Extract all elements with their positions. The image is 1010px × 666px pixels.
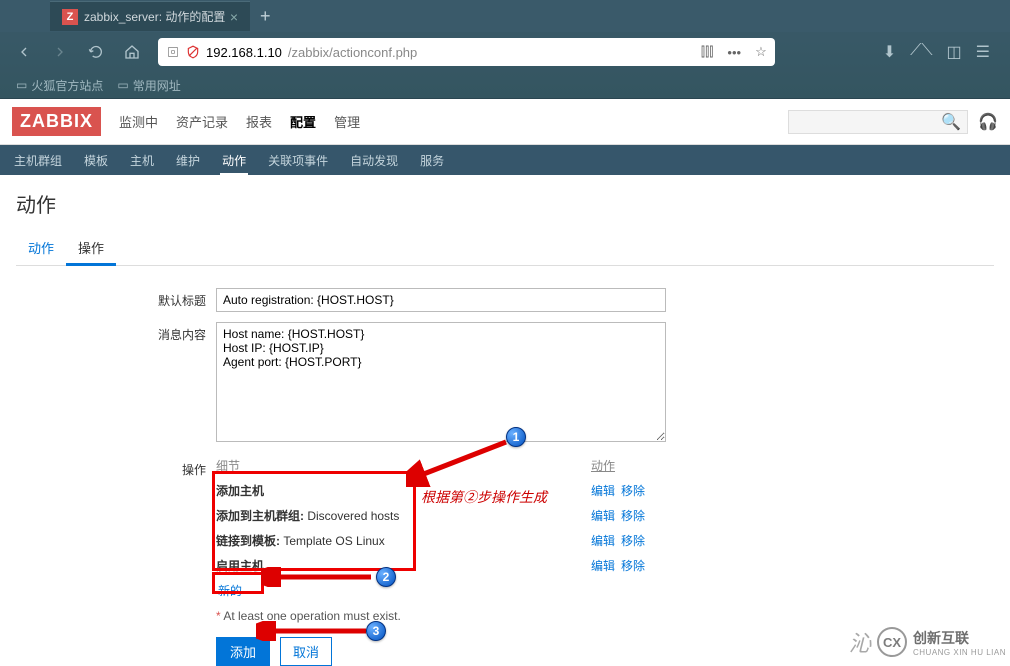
textarea-message[interactable] — [216, 322, 666, 442]
label-default-subject: 默认标题 — [16, 288, 216, 312]
more-icon[interactable]: ••• — [727, 45, 741, 60]
subnav-templates[interactable]: 模板 — [82, 145, 110, 176]
subnav-discovery[interactable]: 自动发现 — [348, 145, 400, 176]
op-link-template-value: Template OS Linux — [283, 534, 384, 548]
browser-tab-bar: Z zabbix_server: 动作的配置 × + — [0, 0, 1010, 32]
subnav-hosts[interactable]: 主机 — [128, 145, 156, 176]
watermark-logo-icon: CX — [877, 627, 907, 657]
url-path: /zabbix/actionconf.php — [288, 45, 417, 60]
tab-title: zabbix_server: 动作的配置 — [84, 8, 225, 25]
link-remove[interactable]: 移除 — [621, 559, 645, 573]
search-icon: 🔍 — [941, 112, 961, 132]
downloads-icon[interactable]: ⬇ — [883, 42, 896, 62]
support-icon[interactable]: 🎧 — [978, 112, 998, 132]
forward-button[interactable] — [46, 38, 74, 66]
annotation-text: 根据第②步操作生成 — [421, 487, 547, 507]
close-icon[interactable]: × — [230, 9, 238, 25]
page-title: 动作 — [16, 189, 994, 218]
new-tab-button[interactable]: + — [250, 6, 281, 27]
url-bar[interactable]: 192.168.1.10/zabbix/actionconf.php ⫿⫿⫿ •… — [158, 38, 775, 66]
back-button[interactable] — [10, 38, 38, 66]
subnav-hostgroups[interactable]: 主机群组 — [12, 145, 64, 176]
nav-reports[interactable]: 报表 — [246, 112, 272, 131]
shield-icon — [166, 45, 180, 59]
link-remove[interactable]: 移除 — [621, 484, 645, 498]
nav-monitoring[interactable]: 监测中 — [119, 112, 158, 131]
link-edit[interactable]: 编辑 — [591, 559, 615, 573]
subnav-services[interactable]: 服务 — [418, 145, 446, 176]
tab-favicon: Z — [62, 9, 78, 25]
input-default-subject[interactable] — [216, 288, 666, 312]
bookmarks-bar: ▭火狐官方站点 ▭常用网址 — [0, 72, 1010, 98]
reload-button[interactable] — [82, 38, 110, 66]
main-nav: 监测中 资产记录 报表 配置 管理 — [119, 112, 360, 131]
subnav-correlation[interactable]: 关联项事件 — [266, 145, 330, 176]
tab-action[interactable]: 动作 — [16, 232, 66, 265]
note-required: * At least one operation must exist. — [216, 603, 666, 623]
bookmark-item[interactable]: ▭火狐官方站点 — [16, 77, 103, 94]
annotation-badge-2: 2 — [376, 567, 396, 587]
link-remove[interactable]: 移除 — [621, 534, 645, 548]
col-action[interactable]: 动作 — [591, 457, 666, 474]
browser-tab[interactable]: Z zabbix_server: 动作的配置 × — [50, 1, 250, 31]
link-edit[interactable]: 编辑 — [591, 534, 615, 548]
bookmark-item[interactable]: ▭常用网址 — [117, 77, 180, 94]
col-detail[interactable]: 细节 — [216, 457, 591, 474]
op-enable-host: 启用主机 — [216, 559, 264, 573]
search-input[interactable]: 🔍 — [788, 110, 968, 134]
nav-administration[interactable]: 管理 — [334, 112, 360, 131]
sidebar-icon[interactable]: ◫ — [947, 42, 962, 62]
library-icon[interactable]: ⟋⟍ — [910, 42, 932, 62]
label-message: 消息内容 — [16, 322, 216, 447]
tab-operations[interactable]: 操作 — [66, 232, 116, 266]
nav-configuration[interactable]: 配置 — [290, 112, 316, 131]
url-host: 192.168.1.10 — [206, 45, 282, 60]
sub-nav: 主机群组 模板 主机 维护 动作 关联项事件 自动发现 服务 — [0, 145, 1010, 175]
link-remove[interactable]: 移除 — [621, 509, 645, 523]
op-add-hostgroup-value: Discovered hosts — [307, 509, 399, 523]
annotation-badge-1: 1 — [506, 427, 526, 447]
folder-icon: ▭ — [117, 78, 128, 92]
link-new-operation[interactable]: 新的 — [216, 578, 244, 603]
op-link-template-label: 链接到模板: — [216, 534, 283, 548]
op-add-host: 添加主机 — [216, 484, 264, 498]
subnav-maintenance[interactable]: 维护 — [174, 145, 202, 176]
security-icon — [186, 45, 200, 59]
annotation-badge-3: 3 — [366, 621, 386, 641]
page-tabs: 动作 操作 — [16, 232, 994, 266]
nav-inventory[interactable]: 资产记录 — [176, 112, 228, 131]
link-edit[interactable]: 编辑 — [591, 484, 615, 498]
home-button[interactable] — [118, 38, 146, 66]
label-operations: 操作 — [16, 457, 216, 666]
bookmark-icon[interactable]: ☆ — [755, 44, 767, 60]
op-add-hostgroup-label: 添加到主机群组: — [216, 509, 307, 523]
watermark: 沁 CX 创新互联 CHUANG XIN HU LIAN — [849, 626, 1006, 658]
zabbix-logo[interactable]: ZABBIX — [12, 107, 101, 136]
link-edit[interactable]: 编辑 — [591, 509, 615, 523]
menu-icon[interactable]: ☰ — [976, 42, 990, 62]
subnav-actions[interactable]: 动作 — [220, 145, 248, 176]
reader-icon[interactable]: ⫿⫿⫿ — [701, 44, 713, 60]
folder-icon: ▭ — [16, 78, 27, 92]
